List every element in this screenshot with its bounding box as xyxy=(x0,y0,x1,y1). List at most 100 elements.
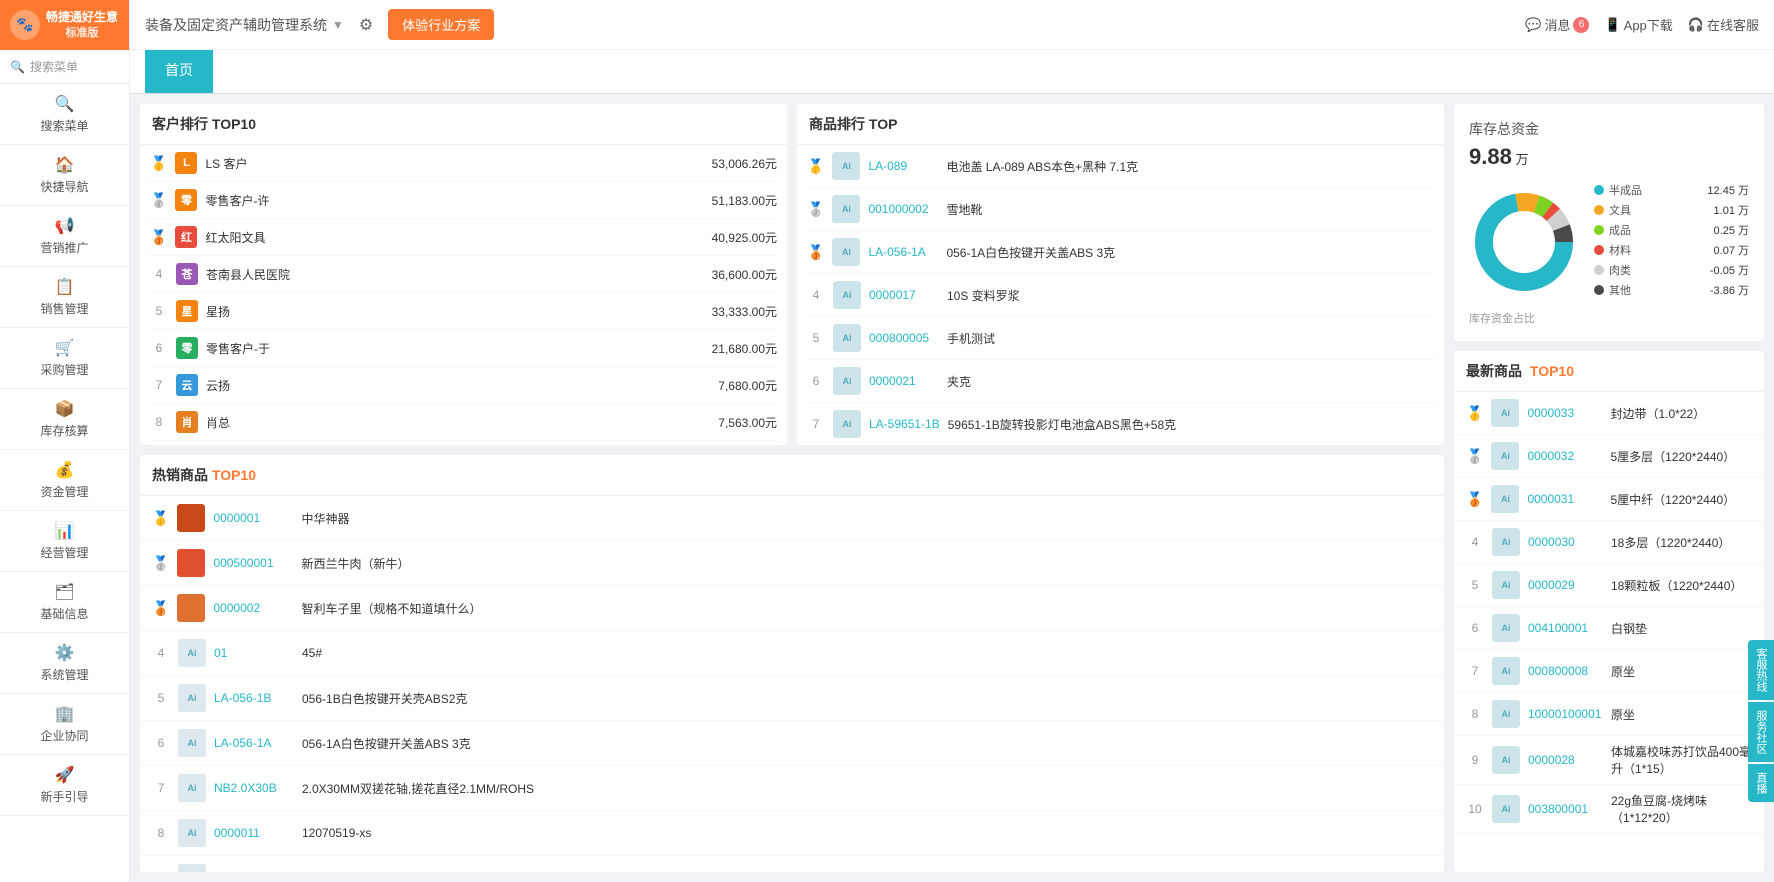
system-label: 系统管理 xyxy=(40,666,88,683)
customer-name: 星扬 xyxy=(206,303,704,320)
dropdown-arrow-icon[interactable]: ▼ xyxy=(332,18,344,32)
base-icon: 🗂 xyxy=(54,582,74,602)
search-menu[interactable]: 🔍 搜索菜单 xyxy=(10,58,119,75)
legend-value: -3.86 万 xyxy=(1699,282,1749,298)
sidebar-item-shortcut[interactable]: 🏠快捷导航 xyxy=(0,145,129,206)
sidebar-item-finance[interactable]: 💰资金管理 xyxy=(0,450,129,511)
sidebar-item-marketing[interactable]: 📢营销推广 xyxy=(0,206,129,267)
tab-home[interactable]: 首页 xyxy=(145,50,213,93)
latest-product-code: 0000030 xyxy=(1528,535,1603,549)
rank-number: 5 xyxy=(150,304,168,318)
product-image-placeholder: Ai xyxy=(1501,494,1510,504)
product-image-placeholder: Ai xyxy=(188,828,197,838)
sidebar-item-search[interactable]: 🔍搜索菜单 xyxy=(0,84,129,145)
rank-number: 5 xyxy=(807,331,825,345)
table-row: 7 云 云扬 7,680.00元 xyxy=(150,367,777,404)
cs-btn-1[interactable]: 服务社区 xyxy=(1748,702,1774,762)
trophy-bronze-icon: 🥉 xyxy=(807,244,824,261)
latest-product-name: 白钢垫 xyxy=(1611,620,1752,637)
online-service-item[interactable]: 🎧 在线客服 xyxy=(1688,15,1759,34)
legend-dot xyxy=(1594,225,1604,235)
product-image: Ai xyxy=(1491,442,1519,470)
sidebar-logo: 🐾 畅捷通好生意 标准版 xyxy=(0,0,129,50)
customer-rank-card: 客户排行 TOP10 🥇 L LS 客户 53,006.26元 🥈 零 零售客户… xyxy=(140,104,787,445)
product-image: Ai xyxy=(1492,657,1520,685)
table-row: 5 星 星扬 33,333.00元 xyxy=(150,293,777,330)
rank-number: 8 xyxy=(150,415,168,429)
system-title: 装备及固定资产辅助管理系统 xyxy=(145,15,327,35)
sidebar-item-inventory[interactable]: 📦库存核算 xyxy=(0,389,129,450)
guide-label: 新手引导 xyxy=(40,788,88,805)
sidebar-item-guide[interactable]: 🚀 新手引导 xyxy=(0,755,129,816)
customer-amount: 7,680.00元 xyxy=(718,377,777,394)
product-image-placeholder: Ai xyxy=(188,648,197,658)
trial-button[interactable]: 体验行业方案 xyxy=(388,9,494,40)
inventory-amount: 9.88 xyxy=(1469,144,1512,169)
legend-value: 0.07 万 xyxy=(1699,242,1749,258)
product-name: 056-1A白色按键开关盖ABS 3克 xyxy=(946,244,1434,261)
list-item: 5 Ai 0000029 18颗粒板（1220*2440） xyxy=(1454,564,1764,607)
product-code: 001000002 xyxy=(868,202,938,216)
sidebar-item-sales[interactable]: 📋销售管理 xyxy=(0,267,129,328)
sidebar-item-cooperation[interactable]: 🏢企业协同 xyxy=(0,694,129,755)
customer-amount: 21,680.00元 xyxy=(712,340,777,357)
legend-dot xyxy=(1594,245,1604,255)
legend-label: 文具 xyxy=(1609,202,1694,218)
customer-name: LS 客户 xyxy=(205,155,703,172)
shortcut-label: 快捷导航 xyxy=(40,178,88,195)
hot-product-name: 056-1A白色按键开关盖ABS 3克 xyxy=(302,735,1432,752)
sidebar-item-base[interactable]: 🗂基础信息 xyxy=(0,572,129,633)
marketing-icon: 📢 xyxy=(55,216,75,236)
latest-product-name: 原坐 xyxy=(1611,706,1752,723)
legend-row: 文具 1.01 万 xyxy=(1594,202,1749,218)
guide-icon: 🚀 xyxy=(55,765,75,785)
message-label: 消息 xyxy=(1544,15,1570,34)
cs-btn-0[interactable]: 客服热线 xyxy=(1748,640,1774,700)
list-item: 9 Ai 0000028 体城嘉校味苏打饮品400毫升（1*15） xyxy=(1454,736,1764,785)
legend-row: 半成品 12.45 万 xyxy=(1594,182,1749,198)
customer-amount: 7,563.00元 xyxy=(718,414,777,431)
inventory-title: 库存总资金 xyxy=(1469,119,1749,139)
list-item: 4 Ai 0000030 18多层（1220*2440） xyxy=(1454,521,1764,564)
latest-products-title: 最新商品 xyxy=(1466,363,1522,379)
trophy-gold-icon: 🥇 xyxy=(150,155,167,172)
product-image-placeholder: Ai xyxy=(842,204,851,214)
product-name: 夹克 xyxy=(947,373,1434,390)
customer-badge: 苍 xyxy=(176,263,198,285)
settings-icon[interactable]: ⚙ xyxy=(359,15,373,35)
operations-label: 经营管理 xyxy=(40,544,88,561)
logo-icon: 🐾 xyxy=(10,10,40,40)
customer-badge: 星 xyxy=(176,300,198,322)
app-download-item[interactable]: 📱 App下载 xyxy=(1604,15,1672,34)
rank-number: 7 xyxy=(1466,664,1484,678)
customer-name: 零售客户-许 xyxy=(205,192,703,209)
legend-row: 材料 0.07 万 xyxy=(1594,242,1749,258)
customer-rank-body: 🥇 L LS 客户 53,006.26元 🥈 零 零售客户-许 51,183.0… xyxy=(140,145,787,445)
product-image: Ai xyxy=(178,819,206,847)
product-image: Ai xyxy=(1491,485,1519,513)
hot-product-code: 0000002 xyxy=(213,601,293,615)
hot-product-code: 0000011 xyxy=(214,826,294,840)
table-row: 🥉 Ai LA-056-1A 056-1A白色按键开关盖ABS 3克 xyxy=(807,231,1434,274)
product-image-placeholder: Ai xyxy=(1502,755,1511,765)
header-title: 装备及固定资产辅助管理系统 ▼ xyxy=(145,15,344,35)
customer-badge: 零 xyxy=(176,337,198,359)
latest-product-name: 18颗粒板（1220*2440） xyxy=(1611,577,1752,594)
hot-products-body: 🥇 0000001 中华神器 🥈 000500001 新西兰牛肉（新牛） 🥉 0… xyxy=(140,496,1444,872)
sidebar-search-container[interactable]: 🔍 搜索菜单 xyxy=(0,50,129,84)
latest-product-name: 原坐 xyxy=(1611,663,1752,680)
hot-products-header: 热销商品 TOP10 xyxy=(140,455,1444,496)
sidebar-item-system[interactable]: ⚙️系统管理 xyxy=(0,633,129,694)
sidebar-item-operations[interactable]: 📊经营管理 xyxy=(0,511,129,572)
sidebar-item-purchase[interactable]: 🛒采购管理 xyxy=(0,328,129,389)
list-item: 🥈 Ai 0000032 5厘多层（1220*2440） xyxy=(1454,435,1764,478)
cs-btn-2[interactable]: 直播 xyxy=(1748,764,1774,802)
product-image: Ai xyxy=(178,864,206,872)
product-image xyxy=(177,504,205,532)
message-item[interactable]: 💬 消息 6 xyxy=(1525,15,1589,34)
customer-rank-header: 客户排行 TOP10 xyxy=(140,104,787,145)
product-rank-body: 🥇 Ai LA-089 电池盖 LA-089 ABS本色+黑种 7.1克 🥈 A… xyxy=(797,145,1444,445)
product-code: 0000021 xyxy=(869,374,939,388)
rank-number: 7 xyxy=(807,417,825,431)
latest-products-body: 🥇 Ai 0000033 封边带（1.0*22） 🥈 Ai 0000032 5厘… xyxy=(1454,392,1764,834)
